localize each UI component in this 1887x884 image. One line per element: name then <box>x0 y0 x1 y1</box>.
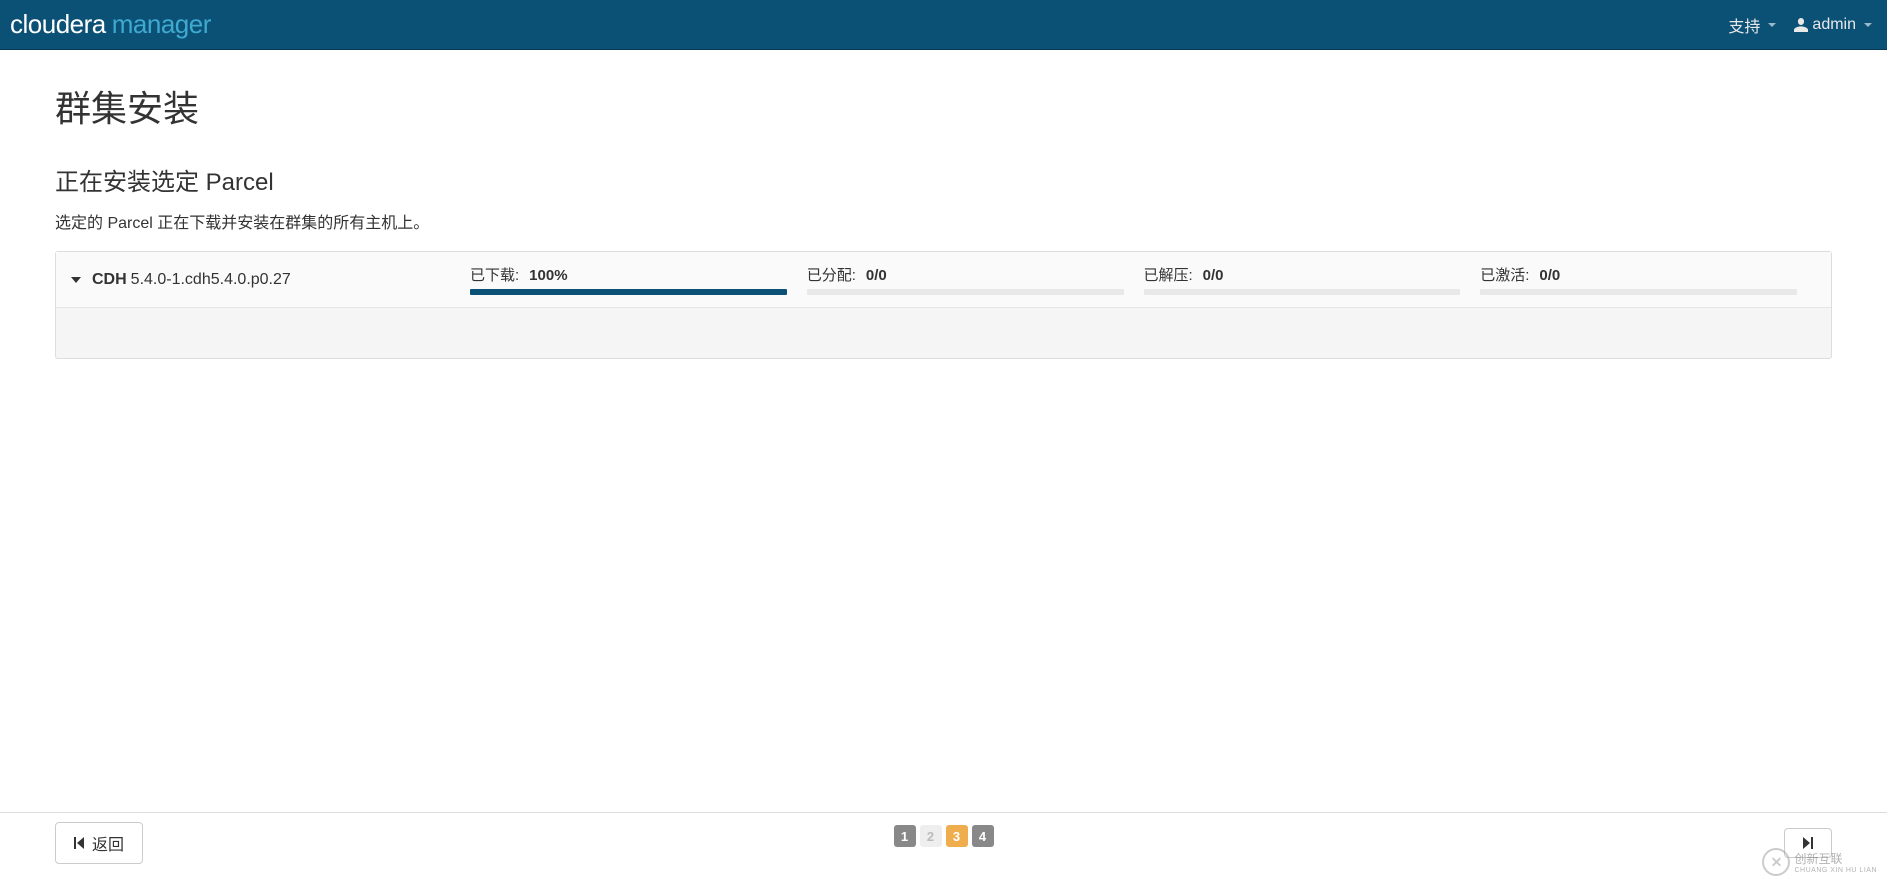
brand-primary: cloudera <box>10 9 106 40</box>
step-backward-icon <box>74 837 84 849</box>
navbar-right: 支持 admin <box>1728 13 1872 37</box>
caret-down-icon <box>1768 23 1776 27</box>
page-title: 群集安装 <box>55 80 1832 132</box>
progress-unpacked: 已解压: 0/0 <box>1144 264 1471 295</box>
back-button[interactable]: 返回 <box>55 822 143 864</box>
progress-label: 已分配: <box>807 264 856 285</box>
progress-label: 已下载: <box>470 264 519 285</box>
parcel-panel: CDH 5.4.0-1.cdh5.4.0.p0.27 已下载: 100% 已分配… <box>55 251 1832 359</box>
parcel-name-cell: CDH 5.4.0-1.cdh5.4.0.p0.27 <box>70 271 470 289</box>
progress-label: 已解压: <box>1144 264 1193 285</box>
wizard-step-1[interactable]: 1 <box>894 825 916 847</box>
page-description: 选定的 Parcel 正在下载并安装在群集的所有主机上。 <box>55 209 1832 233</box>
chevron-down-icon[interactable] <box>70 274 82 286</box>
brand-secondary: manager <box>112 9 211 40</box>
progress-bar <box>807 289 1124 295</box>
progress-activated: 已激活: 0/0 <box>1480 264 1807 295</box>
user-menu[interactable]: admin <box>1794 16 1872 34</box>
step-indicator: 1 2 3 4 <box>894 825 994 847</box>
wizard-step-4[interactable]: 4 <box>972 825 994 847</box>
watermark-icon: ✕ <box>1762 848 1790 876</box>
progress-bar <box>1480 289 1797 295</box>
wizard-footer: 返回 1 2 3 4 <box>0 812 1887 884</box>
support-menu[interactable]: 支持 <box>1728 13 1776 37</box>
parcel-name: CDH <box>92 271 127 289</box>
progress-bar <box>470 289 787 295</box>
watermark: ✕ 创新互联 CHUANG XIN HU LIAN <box>1762 848 1877 876</box>
progress-value: 100% <box>529 267 567 284</box>
progress-value: 0/0 <box>1203 267 1224 284</box>
parcel-panel-body <box>56 308 1831 358</box>
user-icon <box>1794 18 1808 32</box>
watermark-text-cn: 创新互联 <box>1794 850 1877 867</box>
parcel-row: CDH 5.4.0-1.cdh5.4.0.p0.27 已下载: 100% 已分配… <box>56 252 1831 308</box>
brand-logo[interactable]: cloudera manager <box>0 9 211 40</box>
progress-downloaded: 已下载: 100% <box>470 264 797 295</box>
back-button-label: 返回 <box>92 831 124 855</box>
navbar: cloudera manager 支持 admin <box>0 0 1887 50</box>
user-label: admin <box>1812 16 1856 34</box>
page-subtitle: 正在安装选定 Parcel <box>55 162 1832 197</box>
wizard-step-2: 2 <box>920 825 942 847</box>
step-forward-icon <box>1803 837 1813 849</box>
watermark-text-en: CHUANG XIN HU LIAN <box>1794 867 1877 874</box>
wizard-step-3[interactable]: 3 <box>946 825 968 847</box>
main-content: 群集安装 正在安装选定 Parcel 选定的 Parcel 正在下载并安装在群集… <box>0 50 1887 439</box>
progress-value: 0/0 <box>1539 267 1560 284</box>
caret-down-icon <box>1864 23 1872 27</box>
progress-distributed: 已分配: 0/0 <box>807 264 1134 295</box>
progress-label: 已激活: <box>1480 264 1529 285</box>
support-label: 支持 <box>1728 13 1760 37</box>
progress-bar <box>1144 289 1461 295</box>
parcel-version: 5.4.0-1.cdh5.4.0.p0.27 <box>131 271 291 289</box>
progress-value: 0/0 <box>866 267 887 284</box>
